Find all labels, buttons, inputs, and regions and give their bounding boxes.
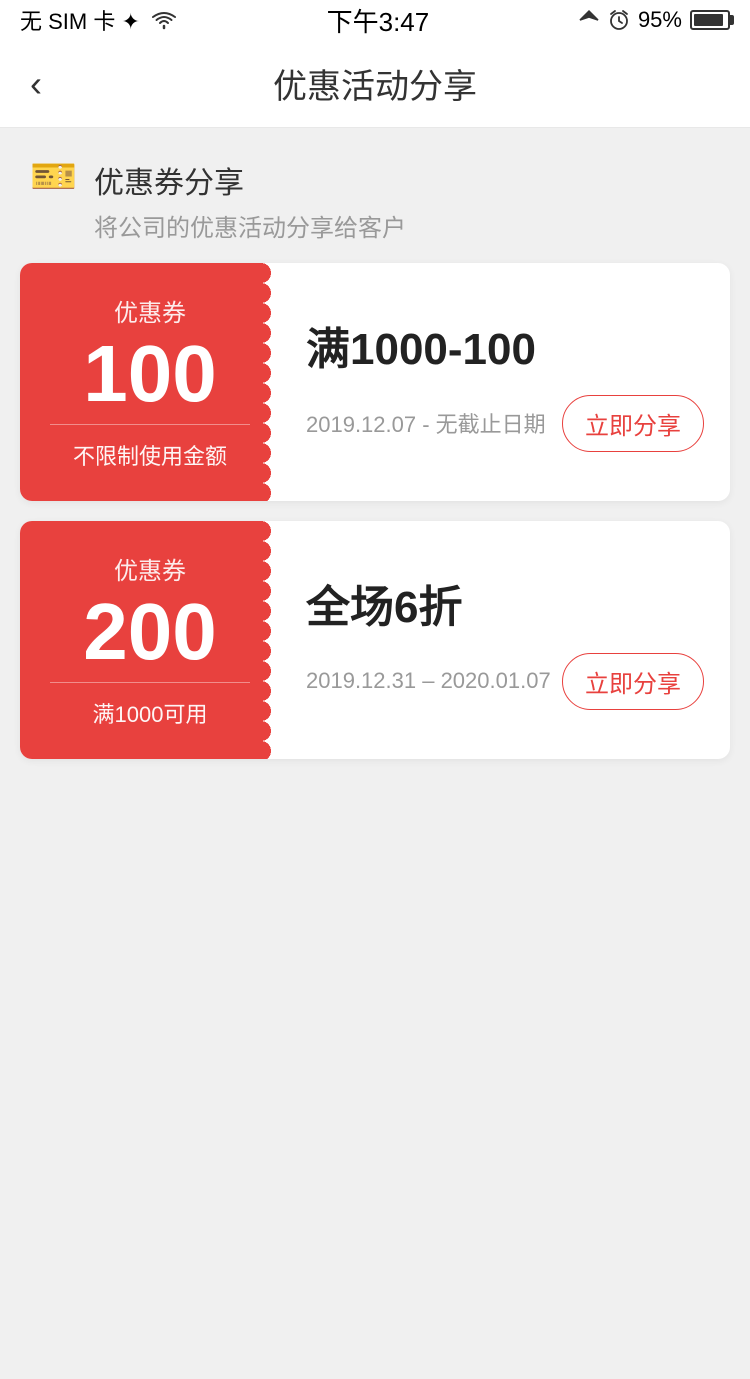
location-icon bbox=[578, 9, 600, 31]
back-button[interactable]: ‹ bbox=[30, 63, 42, 105]
coupon-footer-1: 2019.12.07 - 无截止日期 立即分享 bbox=[306, 395, 704, 452]
alarm-icon bbox=[608, 9, 630, 31]
status-time: 下午3:47 bbox=[327, 2, 430, 39]
battery-icon bbox=[690, 10, 730, 30]
coupon-card-1: 优惠券 100 不限制使用金额 满1000-100 2019.12.07 - 无… bbox=[20, 263, 730, 501]
nav-bar: ‹ 优惠活动分享 bbox=[0, 40, 750, 128]
section-header: 🎫 优惠券分享 将公司的优惠活动分享给客户 bbox=[0, 128, 750, 263]
coupon-divider-2 bbox=[50, 682, 250, 683]
coupon-date-2: 2019.12.31 – 2020.01.07 bbox=[306, 668, 552, 694]
coupon-list: 优惠券 100 不限制使用金额 满1000-100 2019.12.07 - 无… bbox=[0, 263, 750, 759]
coupon-label-2: 优惠券 bbox=[114, 551, 186, 586]
coupon-condition-2: 满1000可用 bbox=[93, 697, 208, 729]
coupon-footer-2: 2019.12.31 – 2020.01.07 立即分享 bbox=[306, 653, 704, 710]
share-button-2[interactable]: 立即分享 bbox=[562, 653, 704, 710]
coupon-share-icon: 🎫 bbox=[30, 158, 78, 206]
coupon-condition-1: 不限制使用金额 bbox=[73, 439, 227, 471]
coupon-amount-2: 200 bbox=[83, 592, 216, 672]
section-desc: 将公司的优惠活动分享给客户 bbox=[94, 208, 406, 243]
section-info: 优惠券分享 将公司的优惠活动分享给客户 bbox=[94, 158, 406, 243]
status-right: 95% bbox=[578, 7, 730, 33]
status-left: 无 SIM 卡 ✦ bbox=[20, 4, 178, 36]
wifi-icon bbox=[150, 10, 178, 30]
coupon-left-2: 优惠券 200 满1000可用 bbox=[20, 521, 280, 759]
share-button-1[interactable]: 立即分享 bbox=[562, 395, 704, 452]
coupon-date-1: 2019.12.07 - 无截止日期 bbox=[306, 407, 552, 439]
coupon-label-1: 优惠券 bbox=[114, 293, 186, 328]
coupon-right-2: 全场6折 2019.12.31 – 2020.01.07 立即分享 bbox=[280, 521, 730, 759]
sim-label: 无 SIM 卡 ✦ bbox=[20, 4, 140, 36]
section-title: 优惠券分享 bbox=[94, 158, 406, 202]
page-title: 优惠活动分享 bbox=[273, 59, 477, 108]
coupon-amount-1: 100 bbox=[83, 334, 216, 414]
background-area bbox=[0, 779, 750, 1379]
coupon-name-1: 满1000-100 bbox=[306, 313, 704, 377]
coupon-divider-1 bbox=[50, 424, 250, 425]
status-bar: 无 SIM 卡 ✦ 下午3:47 95% bbox=[0, 0, 750, 40]
coupon-card-2: 优惠券 200 满1000可用 全场6折 2019.12.31 – 2020.0… bbox=[20, 521, 730, 759]
coupon-right-1: 满1000-100 2019.12.07 - 无截止日期 立即分享 bbox=[280, 263, 730, 501]
battery-percent: 95% bbox=[638, 7, 682, 33]
coupon-name-2: 全场6折 bbox=[306, 571, 704, 635]
coupon-left-1: 优惠券 100 不限制使用金额 bbox=[20, 263, 280, 501]
